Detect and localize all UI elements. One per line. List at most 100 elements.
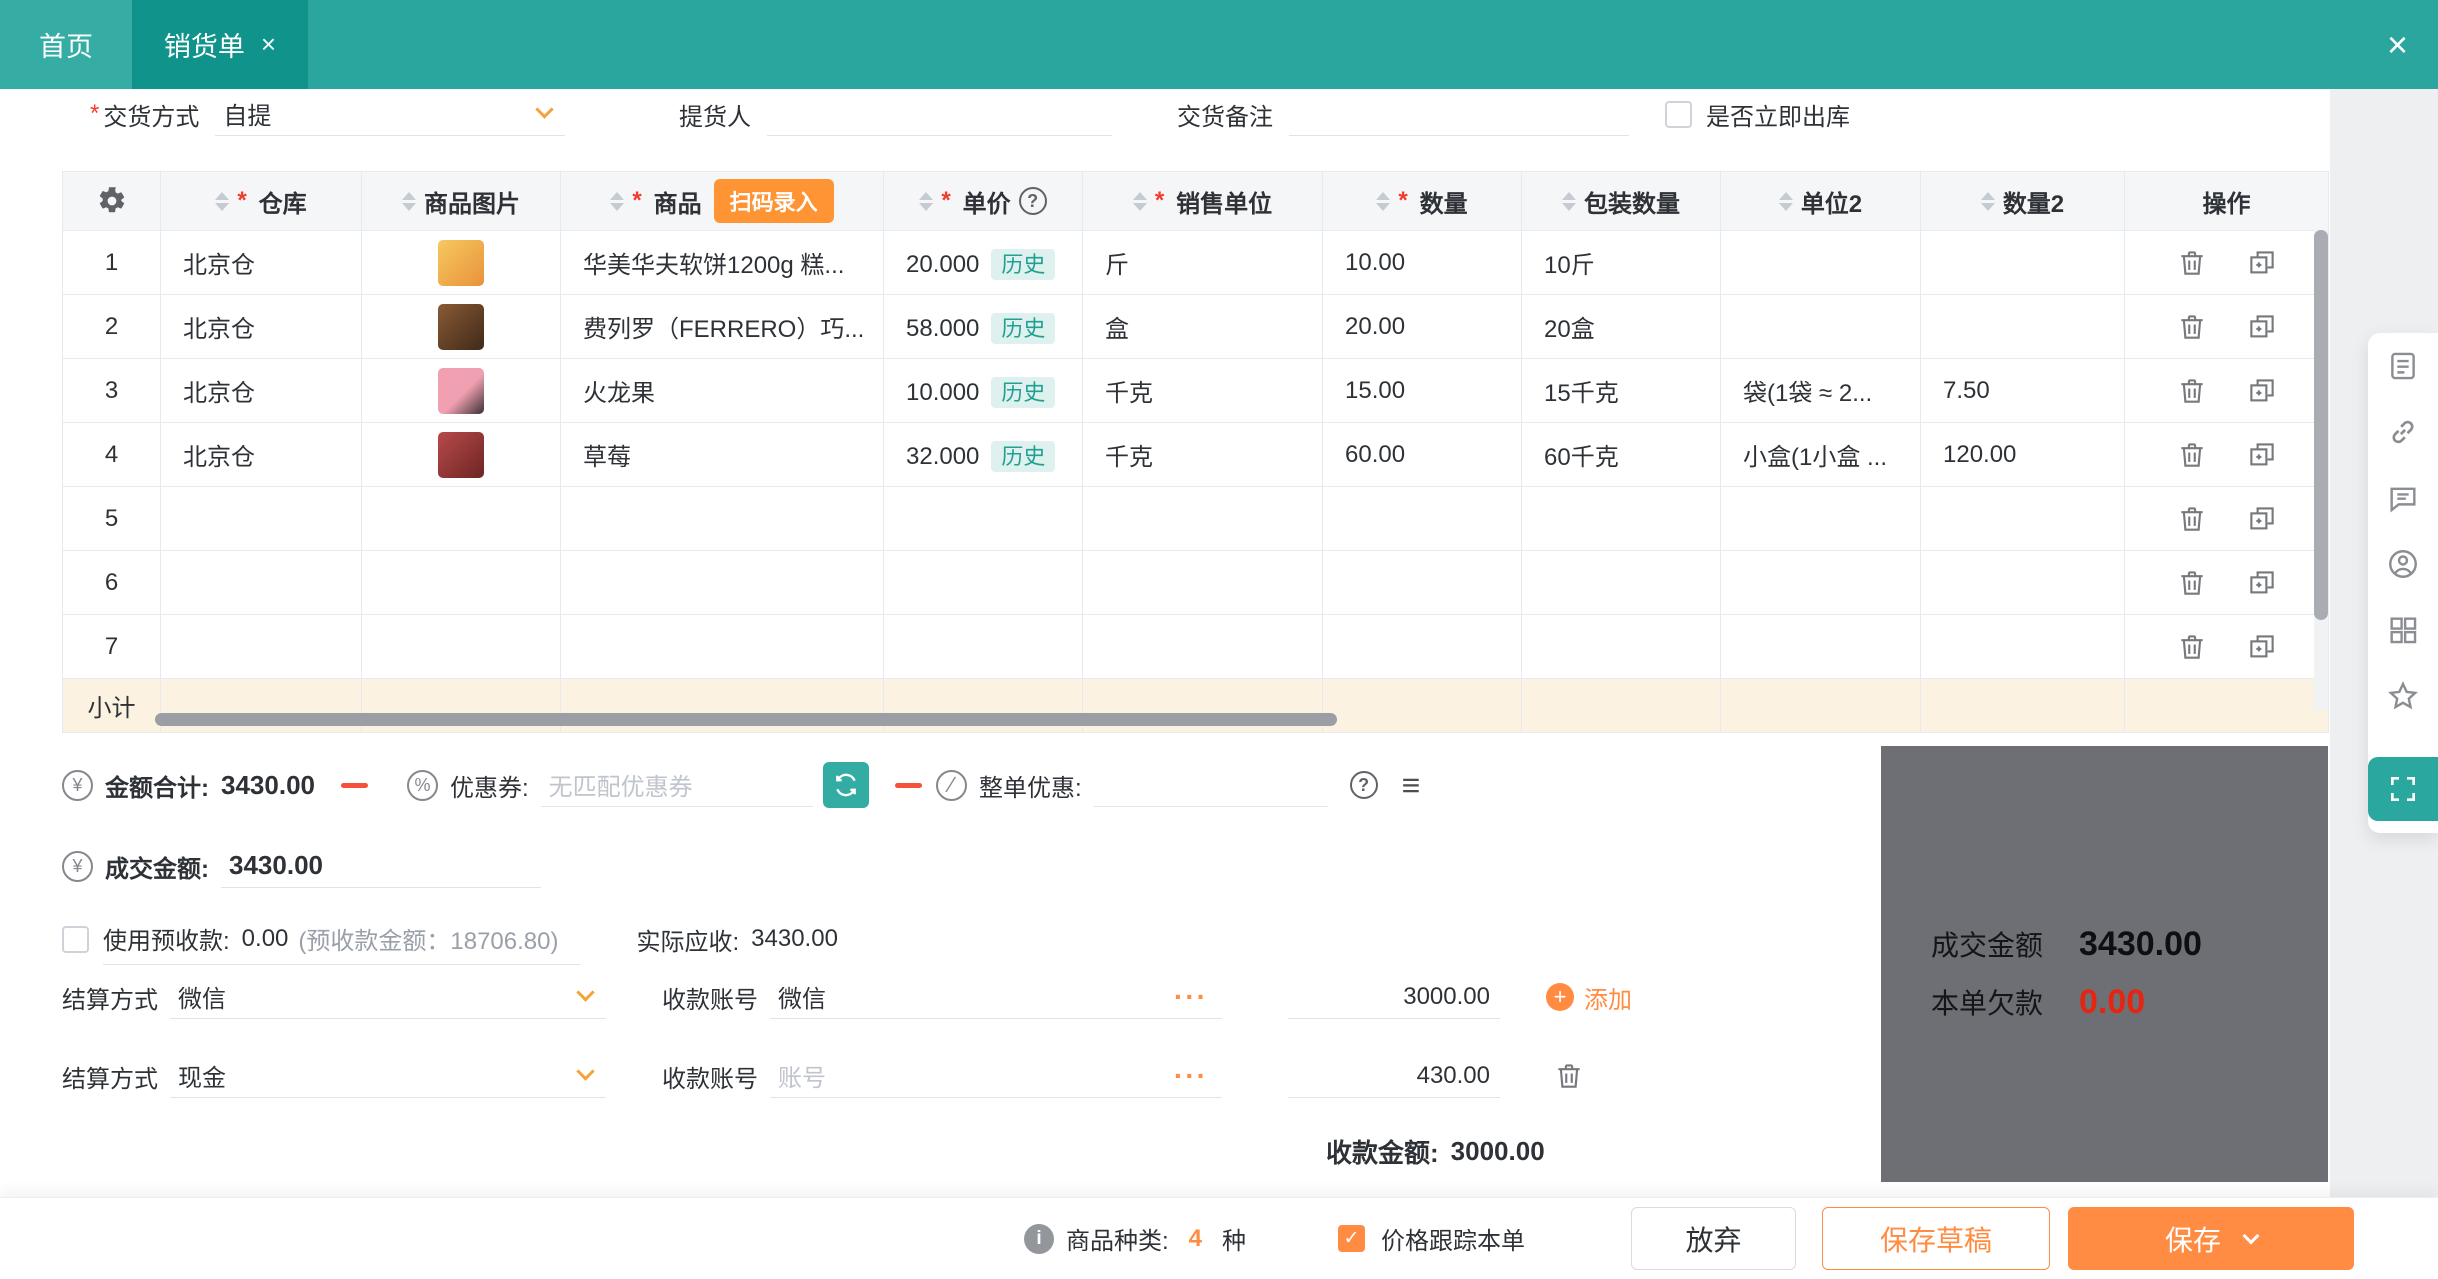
- document-icon[interactable]: [2386, 349, 2420, 383]
- qty-cell[interactable]: 60.00: [1322, 422, 1522, 487]
- advance-payment-field[interactable]: 使用预收款: 0.00 (预收款金额：18706.80): [103, 913, 581, 965]
- delete-row-icon[interactable]: [2177, 312, 2207, 342]
- pack-qty-cell[interactable]: 10斤: [1521, 230, 1721, 295]
- delivery-note-input[interactable]: [1289, 92, 1629, 136]
- warehouse-cell[interactable]: [160, 550, 362, 615]
- qty-cell[interactable]: [1322, 486, 1522, 551]
- product-cell[interactable]: 火龙果: [560, 358, 884, 423]
- menu-icon[interactable]: [1402, 767, 1421, 804]
- price-cell[interactable]: [883, 614, 1083, 679]
- qty-cell[interactable]: [1322, 550, 1522, 615]
- apps-icon[interactable]: [2386, 613, 2420, 647]
- warehouse-cell[interactable]: [160, 614, 362, 679]
- header-price[interactable]: * 单价: [883, 171, 1083, 231]
- header-unit2[interactable]: 单位2: [1720, 171, 1921, 231]
- tab-home[interactable]: 首页: [0, 0, 132, 89]
- warehouse-cell[interactable]: 北京仓: [160, 422, 362, 487]
- header-warehouse[interactable]: * 仓库: [160, 171, 362, 231]
- copy-row-icon[interactable]: [2247, 440, 2277, 470]
- header-image[interactable]: 商品图片: [361, 171, 561, 231]
- pack-qty-cell[interactable]: 15千克: [1521, 358, 1721, 423]
- unit-cell[interactable]: [1082, 486, 1323, 551]
- warehouse-cell[interactable]: 北京仓: [160, 230, 362, 295]
- price-cell[interactable]: 20.000 历史: [883, 230, 1083, 295]
- delete-row-icon[interactable]: [2177, 376, 2207, 406]
- horizontal-scrollbar[interactable]: [155, 713, 1337, 726]
- qty2-cell[interactable]: 7.50: [1920, 358, 2125, 423]
- pack-qty-cell[interactable]: 60千克: [1521, 422, 1721, 487]
- sort-icon[interactable]: [1778, 191, 1793, 211]
- history-badge[interactable]: 历史: [991, 312, 1056, 344]
- qty-cell[interactable]: 20.00: [1322, 294, 1522, 359]
- qty-cell[interactable]: [1322, 614, 1522, 679]
- order-discount-input[interactable]: [1093, 763, 1328, 807]
- price-cell[interactable]: 58.000 历史: [883, 294, 1083, 359]
- pack-qty-cell[interactable]: [1521, 486, 1721, 551]
- more-options-icon[interactable]: [1174, 981, 1208, 1013]
- link-icon[interactable]: [2386, 415, 2420, 449]
- history-badge[interactable]: 历史: [991, 248, 1056, 280]
- unit-cell[interactable]: 千克: [1082, 422, 1323, 487]
- product-cell[interactable]: 草莓: [560, 422, 884, 487]
- delete-row-icon[interactable]: [2177, 440, 2207, 470]
- unit2-cell[interactable]: [1720, 294, 1921, 359]
- gear-icon[interactable]: [97, 186, 127, 216]
- sort-icon[interactable]: [919, 191, 934, 211]
- save-draft-button[interactable]: 保存草稿: [1822, 1207, 2050, 1270]
- qty2-cell[interactable]: [1920, 294, 2125, 359]
- product-cell[interactable]: [560, 486, 884, 551]
- vertical-scrollbar-thumb[interactable]: [2314, 230, 2328, 620]
- star-icon[interactable]: [2386, 679, 2420, 713]
- price-track-checkbox[interactable]: [1338, 1225, 1365, 1252]
- save-button[interactable]: 保存: [2068, 1207, 2354, 1270]
- warehouse-cell[interactable]: 北京仓: [160, 294, 362, 359]
- immediate-out-checkbox[interactable]: [1665, 100, 1692, 128]
- vertical-scrollbar[interactable]: [2314, 230, 2328, 710]
- payment-amount-input[interactable]: 430.00: [1288, 1054, 1500, 1098]
- deal-amount-field[interactable]: 3430.00: [221, 844, 541, 888]
- unit-cell[interactable]: 斤: [1082, 230, 1323, 295]
- scan-entry-button[interactable]: 扫码录入: [713, 179, 834, 223]
- unit-cell[interactable]: 千克: [1082, 358, 1323, 423]
- header-qty[interactable]: * 数量: [1322, 171, 1522, 231]
- minus-toggle-icon[interactable]: [894, 782, 922, 788]
- header-pack-qty[interactable]: 包装数量: [1521, 171, 1721, 231]
- pack-qty-cell[interactable]: [1521, 614, 1721, 679]
- advance-payment-checkbox[interactable]: [62, 925, 89, 953]
- history-badge[interactable]: 历史: [991, 376, 1056, 408]
- qty2-cell[interactable]: [1920, 550, 2125, 615]
- sort-icon[interactable]: [215, 191, 230, 211]
- product-image-cell[interactable]: [361, 358, 561, 423]
- header-unit[interactable]: * 销售单位: [1082, 171, 1323, 231]
- sort-icon[interactable]: [1980, 191, 1995, 211]
- pack-qty-cell[interactable]: [1521, 550, 1721, 615]
- product-image-cell[interactable]: [361, 294, 561, 359]
- delete-row-icon[interactable]: [2177, 568, 2207, 598]
- copy-row-icon[interactable]: [2247, 504, 2277, 534]
- price-cell[interactable]: [883, 550, 1083, 615]
- qty-cell[interactable]: 15.00: [1322, 358, 1522, 423]
- chevron-down-icon[interactable]: [2242, 1227, 2260, 1244]
- picker-input[interactable]: [767, 92, 1112, 136]
- tab-sales-order[interactable]: 销货单 ×: [132, 0, 308, 89]
- product-image-cell[interactable]: [361, 422, 561, 487]
- copy-row-icon[interactable]: [2247, 376, 2277, 406]
- help-icon[interactable]: [1349, 771, 1378, 799]
- product-image-cell[interactable]: [361, 230, 561, 295]
- refresh-coupon-button[interactable]: [822, 762, 869, 808]
- unit2-cell[interactable]: [1720, 550, 1921, 615]
- expand-button[interactable]: [2368, 757, 2438, 821]
- qty2-cell[interactable]: [1920, 614, 2125, 679]
- copy-row-icon[interactable]: [2247, 312, 2277, 342]
- qty-cell[interactable]: 10.00: [1322, 230, 1522, 295]
- copy-row-icon[interactable]: [2247, 248, 2277, 278]
- account-select[interactable]: 账号: [770, 1054, 1222, 1098]
- unit-cell[interactable]: [1082, 614, 1323, 679]
- unit2-cell[interactable]: 小盒(1小盒 ...: [1720, 422, 1921, 487]
- header-qty2[interactable]: 数量2: [1920, 171, 2125, 231]
- more-options-icon[interactable]: [1174, 1060, 1208, 1092]
- warehouse-cell[interactable]: 北京仓: [160, 358, 362, 423]
- help-icon[interactable]: [1018, 187, 1047, 215]
- delete-row-icon[interactable]: [2177, 504, 2207, 534]
- payment-amount-input[interactable]: 3000.00: [1288, 975, 1500, 1019]
